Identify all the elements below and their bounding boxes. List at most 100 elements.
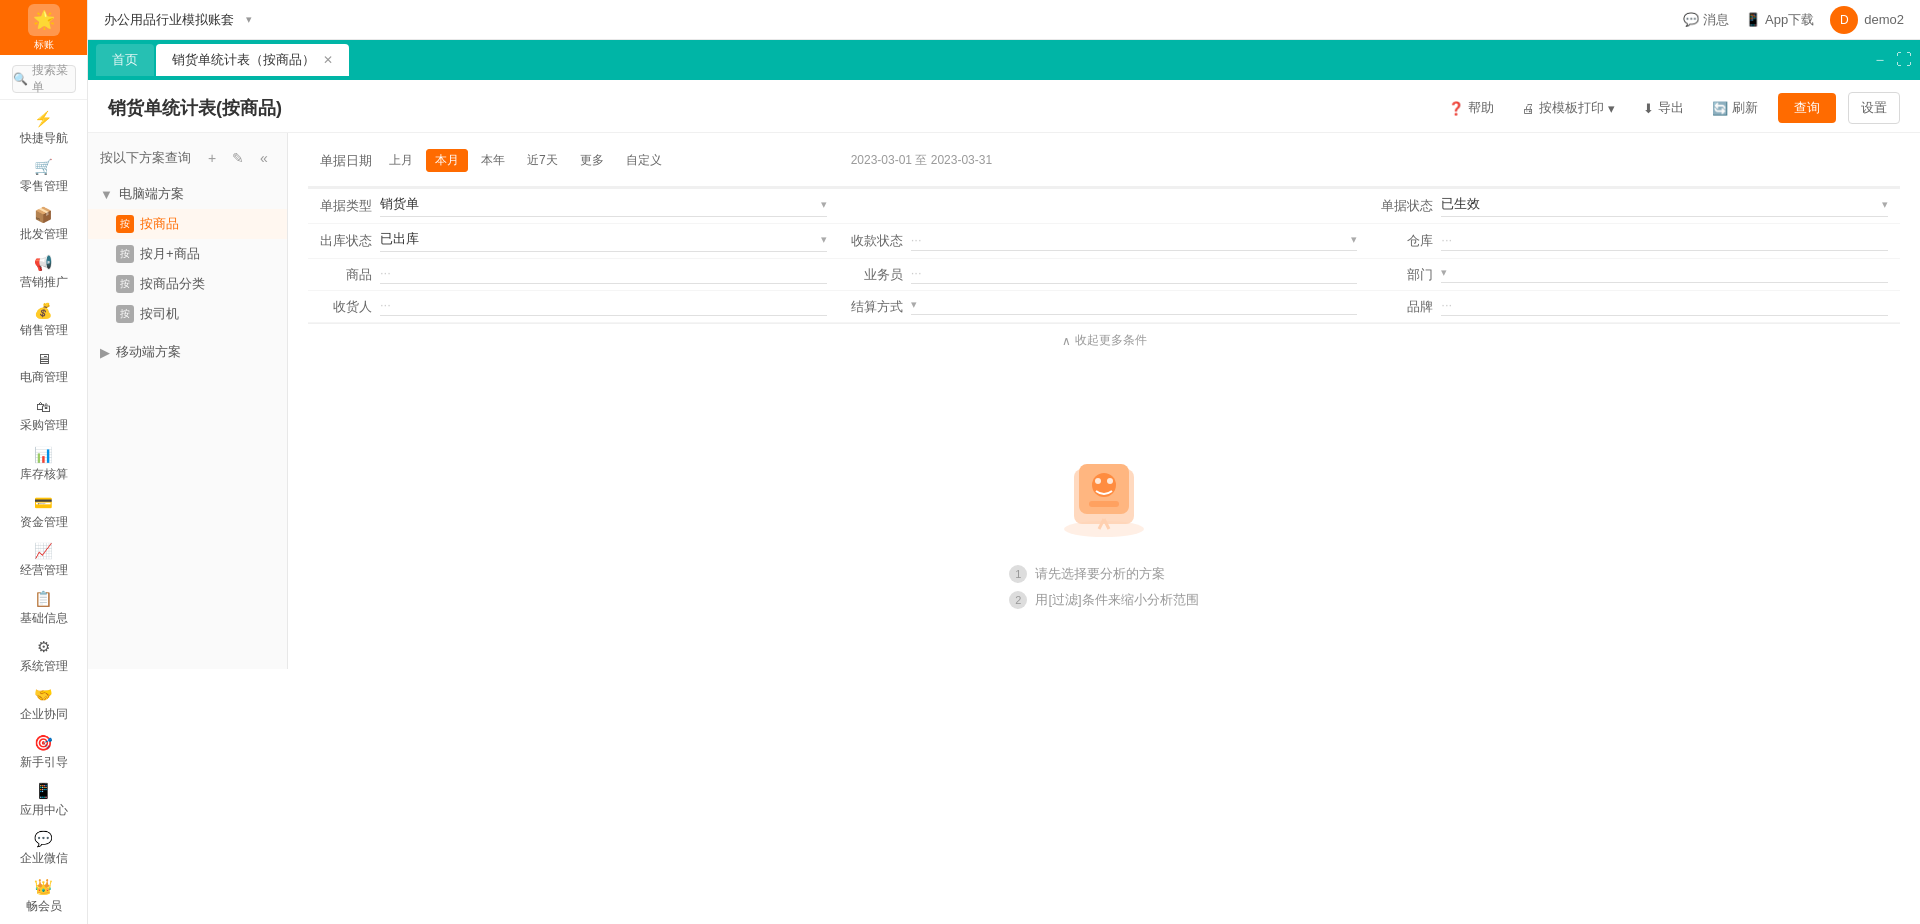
warehouse-label: 仓库: [1381, 232, 1433, 250]
goods-input[interactable]: ···: [380, 265, 827, 284]
operation-icon: 📈: [34, 542, 53, 560]
tab-report-label: 销货单统计表（按商品）: [172, 51, 315, 69]
sidebar-item-enterprise[interactable]: 🤝 企业协同: [0, 680, 87, 728]
panel-actions: + ✎ «: [201, 147, 275, 169]
help-label: 帮助: [1468, 99, 1494, 117]
tree-mobile-expand-icon: ▶: [100, 345, 110, 360]
brand-input[interactable]: ···: [1441, 297, 1888, 316]
tab-report[interactable]: 销货单统计表（按商品） ✕: [156, 44, 349, 76]
date-btn-this-year[interactable]: 本年: [472, 149, 514, 172]
collapse-bar[interactable]: ∧ 收起更多条件: [308, 323, 1900, 357]
tab-home[interactable]: 首页: [96, 44, 154, 76]
date-btn-last-month[interactable]: 上月: [380, 149, 422, 172]
guide-label: 新手引导: [20, 754, 68, 771]
date-btn-more[interactable]: 更多: [571, 149, 613, 172]
sidebar-item-inventory[interactable]: 📊 库存核算: [0, 440, 87, 488]
paymentmethod-input[interactable]: ▾: [911, 298, 1358, 315]
date-btn-7days[interactable]: 近7天: [518, 149, 567, 172]
sidebar-item-finance[interactable]: 💳 资金管理: [0, 488, 87, 536]
export-btn[interactable]: ⬇ 导出: [1635, 95, 1692, 121]
operation-label: 经营管理: [20, 562, 68, 579]
goods-label: 商品: [320, 266, 372, 284]
message-btn[interactable]: 💬 消息: [1683, 11, 1729, 29]
query-btn[interactable]: 查询: [1778, 93, 1836, 123]
sidebar-search-section: 🔍 搜索菜单: [0, 55, 87, 100]
dept-input[interactable]: ▾: [1441, 266, 1888, 283]
sidebar-item-guide[interactable]: 🎯 新手引导: [0, 728, 87, 776]
inventory-label: 库存核算: [20, 466, 68, 483]
date-label: 单据日期: [320, 152, 372, 170]
svg-point-4: [1095, 478, 1101, 484]
search-menu-btn[interactable]: 🔍 搜索菜单: [12, 65, 76, 93]
panel-add-btn[interactable]: +: [201, 147, 223, 169]
appcenter-icon: 📱: [34, 782, 53, 800]
tab-close-icon[interactable]: ✕: [323, 53, 333, 67]
wholesale-label: 批发管理: [20, 226, 68, 243]
tip1-text: 请先选择要分析的方案: [1035, 565, 1165, 583]
docstatus-input[interactable]: 已生效 ▾: [1441, 195, 1888, 217]
industry-name: 办公用品行业模拟账套: [104, 11, 234, 29]
content-area: 销货单统计表(按商品) ❓ 帮助 🖨 按模板打印 ▾ ⬇ 导出 🔄 刷新: [88, 80, 1920, 924]
empty-illustration: [1044, 429, 1164, 549]
help-btn[interactable]: ❓ 帮助: [1440, 95, 1502, 121]
tree-by-goods[interactable]: 按 按商品: [88, 209, 287, 239]
tree-mobile-parent[interactable]: ▶ 移动端方案: [88, 337, 287, 367]
industry-dropdown-icon[interactable]: ▾: [246, 13, 252, 26]
date-btn-custom[interactable]: 自定义: [617, 149, 671, 172]
by-customer-label: 按司机: [140, 305, 179, 323]
tree-by-goods-category[interactable]: 按 按商品分类: [88, 269, 287, 299]
avatar-initial: D: [1840, 13, 1849, 27]
doctype-input[interactable]: 销货单 ▾: [380, 195, 827, 217]
sidebar-item-appcenter[interactable]: 📱 应用中心: [0, 776, 87, 824]
tree-by-month-goods[interactable]: 按 按月+商品: [88, 239, 287, 269]
user-btn[interactable]: D demo2: [1830, 6, 1904, 34]
sidebar-item-operation[interactable]: 📈 经营管理: [0, 536, 87, 584]
sidebar-item-sales[interactable]: 💰 销售管理: [0, 296, 87, 344]
body-area: 按以下方案查询 + ✎ « ▼: [88, 133, 1920, 669]
sidebar-item-wholesale[interactable]: 📦 批发管理: [0, 200, 87, 248]
outstatus-value: 已出库: [380, 230, 419, 248]
salesperson-input[interactable]: ···: [911, 265, 1358, 284]
doctype-value: 销货单: [380, 195, 419, 213]
sidebar-item-purchase[interactable]: 🛍 采购管理: [0, 392, 87, 440]
app-logo[interactable]: 🌟 标账: [0, 0, 88, 55]
top-header: 办公用品行业模拟账套 ▾ 💬 消息 📱 App下载 D demo2: [88, 0, 1920, 40]
receiver-input[interactable]: ···: [380, 297, 827, 316]
panel-collapse-btn[interactable]: «: [253, 147, 275, 169]
tab-maximize-icon[interactable]: ⛶: [1896, 51, 1912, 69]
app-download-btn[interactable]: 📱 App下载: [1745, 11, 1814, 29]
date-btn-this-month[interactable]: 本月: [426, 149, 468, 172]
appcenter-label: 应用中心: [20, 802, 68, 819]
member-icon: 👑: [34, 878, 53, 896]
refresh-btn[interactable]: 🔄 刷新: [1704, 95, 1766, 121]
tree-desktop-parent[interactable]: ▼ 电脑端方案: [88, 179, 287, 209]
sidebar-item-wechat[interactable]: 💬 企业微信: [0, 824, 87, 872]
tree-group-desktop: ▼ 电脑端方案 按 按商品 按 按月+商品 按 按商品分类: [88, 175, 287, 333]
by-month-goods-label: 按月+商品: [140, 245, 200, 263]
template-print-btn[interactable]: 🖨 按模板打印 ▾: [1514, 95, 1623, 121]
paymentstatus-chevron: ▾: [1351, 233, 1357, 246]
sidebar-item-member[interactable]: 👑 畅会员: [0, 872, 87, 920]
header-right: 💬 消息 📱 App下载 D demo2: [1683, 6, 1904, 34]
outstatus-input[interactable]: 已出库 ▾: [380, 230, 827, 252]
sidebar-item-system[interactable]: ⚙ 系统管理: [0, 632, 87, 680]
settings-btn[interactable]: 设置: [1848, 92, 1900, 124]
tip2-num: 2: [1009, 591, 1027, 609]
base-icon: 📋: [34, 590, 53, 608]
paymentstatus-input[interactable]: ··· ▾: [911, 232, 1358, 251]
by-month-goods-icon: 按: [116, 245, 134, 263]
panel-edit-btn[interactable]: ✎: [227, 147, 249, 169]
sidebar-item-ecommerce[interactable]: 🖥 电商管理: [0, 344, 87, 392]
docstatus-value: 已生效: [1441, 195, 1480, 213]
tree-by-customer[interactable]: 按 按司机: [88, 299, 287, 329]
tab-minimize-icon[interactable]: －: [1872, 50, 1888, 71]
sidebar-item-retail[interactable]: 🛒 零售管理: [0, 152, 87, 200]
filter-paymentstatus-cell: 收款状态 ··· ▾: [839, 224, 1370, 259]
sidebar-item-base[interactable]: 📋 基础信息: [0, 584, 87, 632]
warehouse-input[interactable]: ···: [1441, 232, 1888, 251]
sidebar-item-quicknav[interactable]: ⚡ 快捷导航: [0, 104, 87, 152]
paymentmethod-label: 结算方式: [851, 298, 903, 316]
sidebar-item-marketing[interactable]: 📢 营销推广: [0, 248, 87, 296]
page-title: 销货单统计表(按商品): [108, 96, 282, 120]
wechat-icon: 💬: [34, 830, 53, 848]
